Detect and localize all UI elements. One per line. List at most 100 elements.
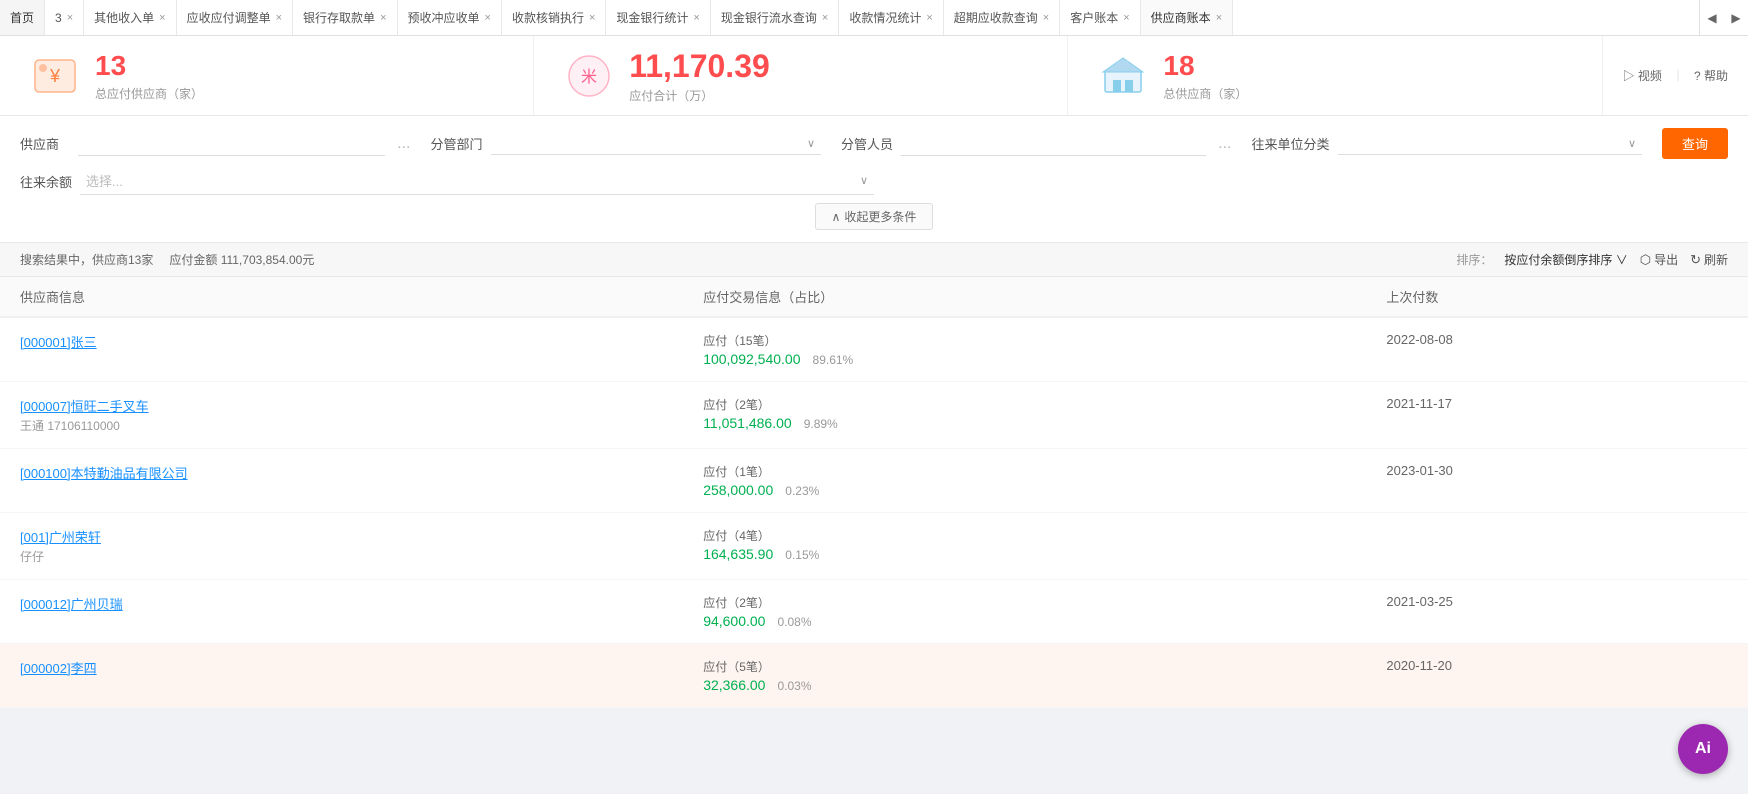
nav-tab-3[interactable]: 3 × (45, 0, 84, 35)
supplier-name-4[interactable]: [001]广州荣轩 (20, 527, 703, 546)
nav-tab-cash-bank-stat-close[interactable]: × (693, 12, 699, 24)
help-link[interactable]: ? 帮助 (1694, 67, 1728, 84)
tx-amount-5[interactable]: 94,600.00 (703, 613, 765, 629)
th-tx-info: 应付交易信息（占比） (703, 287, 1386, 306)
category-filter-select[interactable]: ∨ (1338, 133, 1642, 155)
refresh-button[interactable]: ↻ 刷新 (1690, 251, 1728, 268)
nav-tab-receipt-exec-close[interactable]: × (589, 12, 595, 24)
stat-label-payable-total: 应付合计（万） (629, 87, 770, 104)
collapse-icon: ∧ (832, 210, 841, 224)
tx-amount-1[interactable]: 100,092,540.00 (703, 351, 800, 367)
table-row: [000012]广州贝瑞 应付（2笔） 94,600.00 0.08% 2021… (0, 580, 1748, 644)
stat-number-payable-suppliers: 13 (95, 49, 203, 83)
supplier-name-3[interactable]: [000100]本特勤油品有限公司 (20, 463, 703, 482)
person-filter-dots[interactable]: ... (1218, 135, 1231, 153)
tx-amount-2[interactable]: 11,051,486.00 (703, 415, 792, 431)
nav-tab-cash-bank-flow-close[interactable]: × (822, 12, 828, 24)
th-supplier-info: 供应商信息 (20, 287, 703, 306)
stat-label-payable-suppliers: 总应付供应商（家） (95, 85, 203, 102)
nav-home-label: 首页 (10, 9, 34, 26)
payable-total-icon: 米 (564, 51, 614, 101)
video-link[interactable]: ▷ 视频 (1623, 67, 1662, 84)
nav-arrow-right[interactable]: ▶ (1724, 0, 1748, 35)
nav-tab-customer-ledger[interactable]: 客户账本 × (1060, 0, 1140, 35)
stat-item-total-suppliers: 18 总供应商（家） (1068, 36, 1602, 115)
stat-item-payable-suppliers: ¥ 13 总应付供应商（家） (0, 36, 534, 115)
tx-amount-3[interactable]: 258,000.00 (703, 482, 773, 498)
supplier-cell-6: [000002]李四 (20, 658, 703, 677)
tx-percent-3: 0.23% (785, 484, 819, 498)
svg-text:¥: ¥ (49, 66, 61, 86)
links-divider: ｜ (1672, 67, 1684, 84)
nav-tab-supplier-ledger-close[interactable]: × (1216, 12, 1222, 24)
nav-tab-customer-ledger-close[interactable]: × (1123, 12, 1129, 24)
nav-tab-overdue-ar-label: 超期应收款查询 (954, 9, 1038, 26)
search-button[interactable]: 查询 (1662, 128, 1728, 159)
supplier-name-2[interactable]: [000007]恒旺二手叉车 (20, 396, 703, 415)
stat-label-total-suppliers: 总供应商（家） (1163, 85, 1247, 102)
table-row: [000001]张三 应付（15笔） 100,092,540.00 89.61%… (0, 318, 1748, 382)
nav-tab-receipt-stat-label: 收款情况统计 (849, 9, 921, 26)
nav-arrows: ◀ ▶ (1699, 0, 1748, 35)
video-label: 视频 (1638, 69, 1662, 83)
nav-tab-cash-bank-stat[interactable]: 现金银行统计 × (606, 0, 710, 35)
nav-tab-ar-ap-adjust[interactable]: 应收应付调整单 × (177, 0, 293, 35)
nav-tab-advance-offset[interactable]: 预收冲应收单 × (398, 0, 502, 35)
table-row: [000007]恒旺二手叉车 王通 17106110000 应付（2笔） 11,… (0, 382, 1748, 449)
sort-arrow-icon: ∨ (1616, 253, 1628, 267)
nav-tab-overdue-ar-close[interactable]: × (1043, 12, 1049, 24)
nav-tab-other-income-close[interactable]: × (159, 12, 165, 24)
tx-percent-6: 0.03% (777, 679, 811, 693)
nav-tab-bank-deposit[interactable]: 银行存取款单 × (293, 0, 397, 35)
nav-tab-overdue-ar[interactable]: 超期应收款查询 × (944, 0, 1060, 35)
tx-percent-4: 0.15% (785, 548, 819, 562)
stat-content-total-suppliers: 18 总供应商（家） (1163, 49, 1247, 102)
supplier-name-1[interactable]: [000001]张三 (20, 332, 703, 351)
nav-tab-bank-deposit-close[interactable]: × (380, 12, 386, 24)
filter-row-1: 供应商 ... 分管部门 ∨ 分管人员 ... 往来单位分类 ∨ 查询 (20, 128, 1728, 159)
refresh-label: 刷新 (1704, 251, 1728, 268)
nav-tab-ar-ap-adjust-close[interactable]: × (276, 12, 282, 24)
nav-tab-advance-offset-close[interactable]: × (485, 12, 491, 24)
last-pay-date-2: 2021-11-17 (1386, 396, 1452, 411)
top-navigation: 首页 3 × 其他收入单 × 应收应付调整单 × 银行存取款单 × 预收冲应收单… (0, 0, 1748, 36)
supplier-cell-5: [000012]广州贝瑞 (20, 594, 703, 613)
nav-tab-receipt-stat[interactable]: 收款情况统计 × (839, 0, 943, 35)
dept-filter-select[interactable]: ∨ (491, 133, 821, 155)
export-button[interactable]: ⬡ 导出 (1640, 251, 1678, 268)
total-suppliers-icon (1098, 51, 1148, 101)
nav-tab-ar-ap-adjust-label: 应收应付调整单 (187, 9, 271, 26)
collapse-button[interactable]: ∧ 收起更多条件 (815, 203, 934, 230)
last-pay-cell-2: 2021-11-17 (1386, 396, 1728, 411)
supplier-name-6[interactable]: [000002]李四 (20, 658, 703, 677)
person-filter-input[interactable] (901, 132, 1206, 156)
filter-item-supplier: 供应商 ... (20, 132, 411, 156)
tx-amount-4[interactable]: 164,635.90 (703, 546, 773, 562)
last-pay-date-6: 2020-11-20 (1386, 658, 1452, 673)
nav-tab-cash-bank-flow[interactable]: 现金银行流水查询 × (711, 0, 839, 35)
tx-amount-6[interactable]: 32,366.00 (703, 677, 765, 693)
balance-filter-select[interactable]: 选择... ∨ (80, 167, 874, 195)
last-pay-cell-6: 2020-11-20 (1386, 658, 1728, 673)
result-bar-right: 排序： 按应付余额倒序排序 ∨ ⬡ 导出 ↻ 刷新 (1456, 251, 1728, 268)
supplier-name-5[interactable]: [000012]广州贝瑞 (20, 594, 703, 613)
nav-tab-home[interactable]: 首页 (0, 0, 45, 35)
nav-tab-receipt-exec[interactable]: 收款核销执行 × (502, 0, 606, 35)
filter-item-person: 分管人员 ... (841, 132, 1232, 156)
filter-area: 供应商 ... 分管部门 ∨ 分管人员 ... 往来单位分类 ∨ 查询 (0, 116, 1748, 243)
category-filter-label: 往来单位分类 (1252, 134, 1330, 153)
nav-tab-receipt-stat-close[interactable]: × (926, 12, 932, 24)
supplier-filter-input[interactable] (78, 132, 385, 156)
nav-tab-3-close[interactable]: × (67, 12, 73, 24)
result-bar-left: 搜索结果中，供应商13家 应付金额 111,703,854.00元 (20, 251, 314, 268)
supplier-filter-dots[interactable]: ... (397, 135, 410, 153)
stats-bar: ¥ 13 总应付供应商（家） 米 11,170.39 应付合计（万） (0, 36, 1748, 116)
table-row: [000002]李四 应付（5笔） 32,366.00 0.03% 2020-1… (0, 644, 1748, 708)
sort-value[interactable]: 按应付余额倒序排序 ∨ (1504, 251, 1627, 268)
nav-arrow-left[interactable]: ◀ (1700, 0, 1724, 35)
tx-percent-2: 9.89% (804, 417, 838, 431)
last-pay-date-3: 2023-01-30 (1386, 463, 1453, 478)
ai-button[interactable]: Ai (1678, 724, 1728, 774)
nav-tab-supplier-ledger[interactable]: 供应商账本 × (1141, 0, 1233, 35)
nav-tab-other-income[interactable]: 其他收入单 × (84, 0, 176, 35)
